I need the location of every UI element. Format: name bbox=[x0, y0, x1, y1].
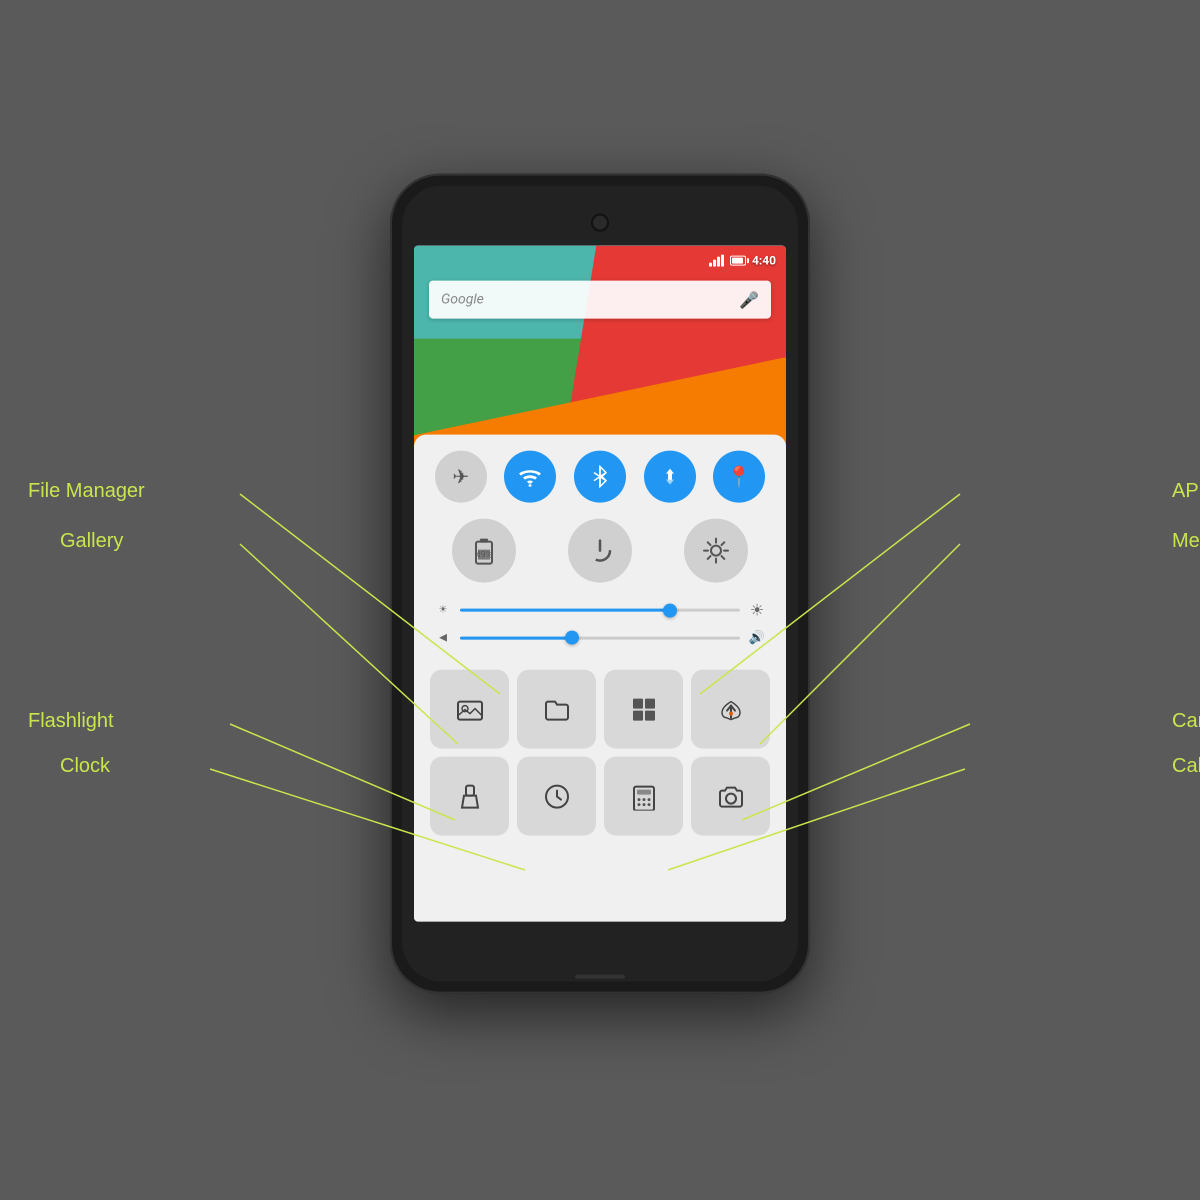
volume-fill bbox=[460, 636, 572, 639]
volume-thumb[interactable] bbox=[565, 631, 579, 645]
status-icons: 4:40 bbox=[709, 254, 776, 268]
brightness-fill bbox=[460, 609, 670, 612]
signal-icon bbox=[709, 255, 724, 267]
volume-max-icon: 🔊 bbox=[748, 630, 766, 645]
app-grid bbox=[426, 670, 774, 836]
calculator-app-tile[interactable] bbox=[604, 757, 683, 836]
settings-action-btn[interactable] bbox=[684, 519, 748, 583]
brightness-slider-row: ☀ ☀ bbox=[434, 601, 766, 620]
power-action-btn[interactable] bbox=[568, 519, 632, 583]
front-camera bbox=[591, 214, 609, 232]
phone-inner: 4:40 Google 🎤 ✈ bbox=[402, 186, 798, 982]
scene: 4:40 Google 🎤 ✈ bbox=[0, 0, 1200, 1200]
bluetooth-toggle[interactable] bbox=[574, 451, 626, 503]
quick-settings-panel: ✈ bbox=[414, 435, 786, 922]
airplane-mode-toggle[interactable]: ✈ bbox=[435, 451, 487, 503]
brightness-slider-track[interactable] bbox=[460, 609, 740, 612]
brightness-thumb[interactable] bbox=[663, 603, 677, 617]
status-time: 4:40 bbox=[752, 254, 776, 268]
action-row: 49% bbox=[426, 519, 774, 583]
battery-action-btn[interactable]: 49% bbox=[452, 519, 516, 583]
camera-app-tile[interactable] bbox=[691, 757, 770, 836]
home-button[interactable] bbox=[575, 975, 625, 979]
mic-icon[interactable]: 🎤 bbox=[739, 290, 759, 309]
memory-boost-app-tile[interactable] bbox=[691, 670, 770, 749]
search-bar[interactable]: Google 🎤 bbox=[429, 281, 771, 319]
toggle-row: ✈ bbox=[426, 451, 774, 503]
data-toggle[interactable] bbox=[644, 451, 696, 503]
wifi-toggle[interactable] bbox=[504, 451, 556, 503]
gallery-app-tile[interactable] bbox=[430, 670, 509, 749]
volume-slider-track[interactable] bbox=[460, 636, 740, 639]
brightness-min-icon: ☀ bbox=[434, 605, 452, 616]
location-toggle[interactable]: 📍 bbox=[713, 451, 765, 503]
app-manager-app-tile[interactable] bbox=[604, 670, 683, 749]
battery-icon bbox=[730, 256, 746, 266]
volume-slider-row: ◄ 🔊 bbox=[434, 630, 766, 646]
clock-app-tile[interactable] bbox=[517, 757, 596, 836]
flashlight-app-tile[interactable] bbox=[430, 757, 509, 836]
volume-min-icon: ◄ bbox=[434, 630, 452, 646]
search-placeholder: Google bbox=[441, 292, 484, 308]
phone-screen: 4:40 Google 🎤 ✈ bbox=[414, 246, 786, 922]
phone-device: 4:40 Google 🎤 ✈ bbox=[390, 174, 810, 994]
brightness-max-icon: ☀ bbox=[748, 601, 766, 620]
status-bar: 4:40 bbox=[414, 246, 786, 276]
file-manager-app-tile[interactable] bbox=[517, 670, 596, 749]
sliders-section: ☀ ☀ ◄ bbox=[426, 597, 774, 660]
